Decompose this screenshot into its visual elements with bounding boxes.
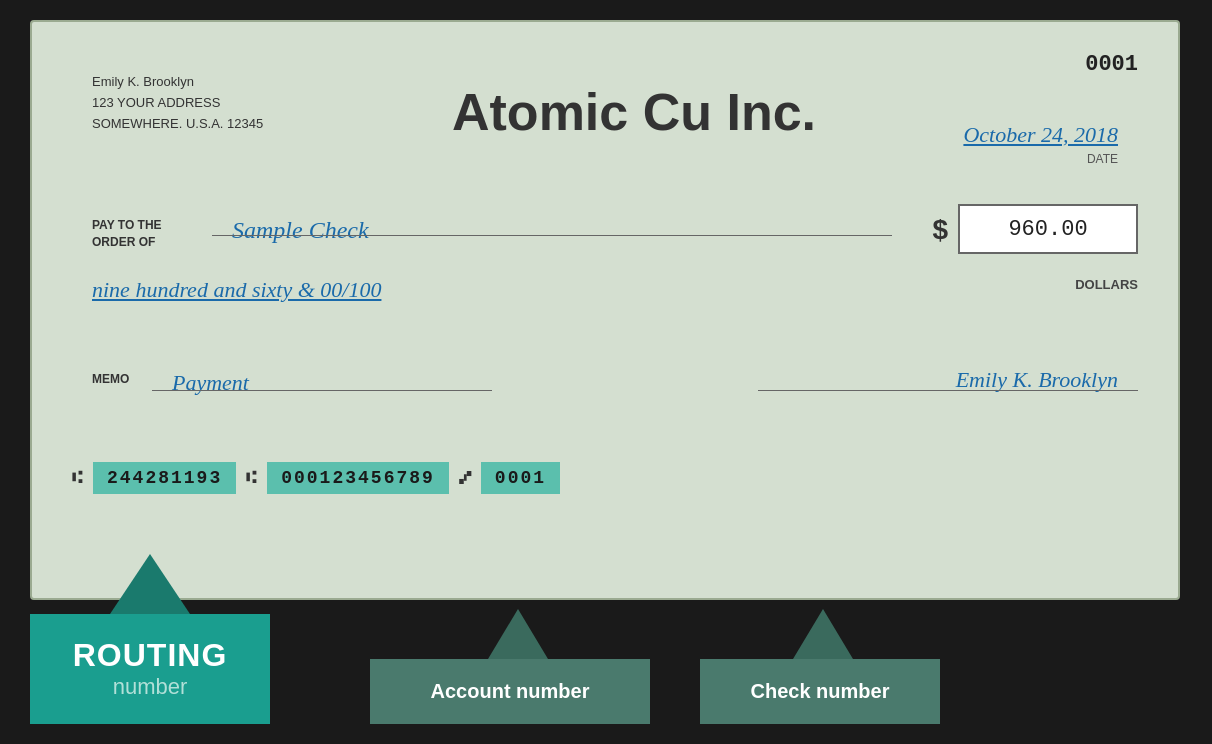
micr-symbol-left: ⑆ xyxy=(72,468,83,488)
micr-line: ⑆ 244281193 ⑆ 000123456789 ⑇ 0001 xyxy=(72,462,560,494)
sender-address1: 123 YOUR ADDRESS xyxy=(92,93,263,114)
routing-label-box: ROUTING number xyxy=(30,614,270,724)
date-value: October 24, 2018 xyxy=(963,122,1118,148)
payee-line xyxy=(212,235,892,236)
routing-arrow xyxy=(110,554,190,614)
check-number-top: 0001 xyxy=(1085,52,1138,77)
account-label-box: Account number xyxy=(370,659,650,724)
routing-label-text1: ROUTING xyxy=(73,638,228,673)
micr-symbol-right: ⑆ xyxy=(246,468,257,488)
check-paper: 0001 Emily K. Brooklyn 123 YOUR ADDRESS … xyxy=(30,20,1180,600)
micr-account-number: 000123456789 xyxy=(267,462,449,494)
account-label-text: Account number xyxy=(431,680,590,703)
micr-check-number: 0001 xyxy=(481,462,560,494)
routing-label-text2: number xyxy=(113,674,188,700)
check-arrow xyxy=(793,609,853,659)
check-label-text: Check number xyxy=(751,680,890,703)
memo-line xyxy=(152,390,492,391)
sender-name: Emily K. Brooklyn xyxy=(92,72,263,93)
company-name: Atomic Cu Inc. xyxy=(452,82,816,142)
micr-routing-number: 244281193 xyxy=(93,462,236,494)
account-arrow xyxy=(488,609,548,659)
signature-line xyxy=(758,390,1138,391)
sender-address2: SOMEWHERE. U.S.A. 12345 xyxy=(92,114,263,135)
dollar-sign-symbol: $ xyxy=(932,214,948,246)
micr-account-separator: ⑇ xyxy=(459,467,471,490)
pay-to-label: PAY TO THE ORDER OF xyxy=(92,217,162,251)
payee-name: Sample Check xyxy=(232,217,369,244)
check-label-box: Check number xyxy=(700,659,940,724)
memo-label: MEMO xyxy=(92,372,129,386)
date-area: October 24, 2018 DATE xyxy=(963,122,1118,166)
amount-box: 960.00 xyxy=(958,204,1138,254)
sender-info: Emily K. Brooklyn 123 YOUR ADDRESS SOMEW… xyxy=(92,72,263,134)
dollars-label: DOLLARS xyxy=(1075,277,1138,292)
memo-value: Payment xyxy=(172,370,249,396)
date-label: DATE xyxy=(963,152,1118,166)
written-amount: nine hundred and sixty & 00/100 xyxy=(92,277,381,303)
